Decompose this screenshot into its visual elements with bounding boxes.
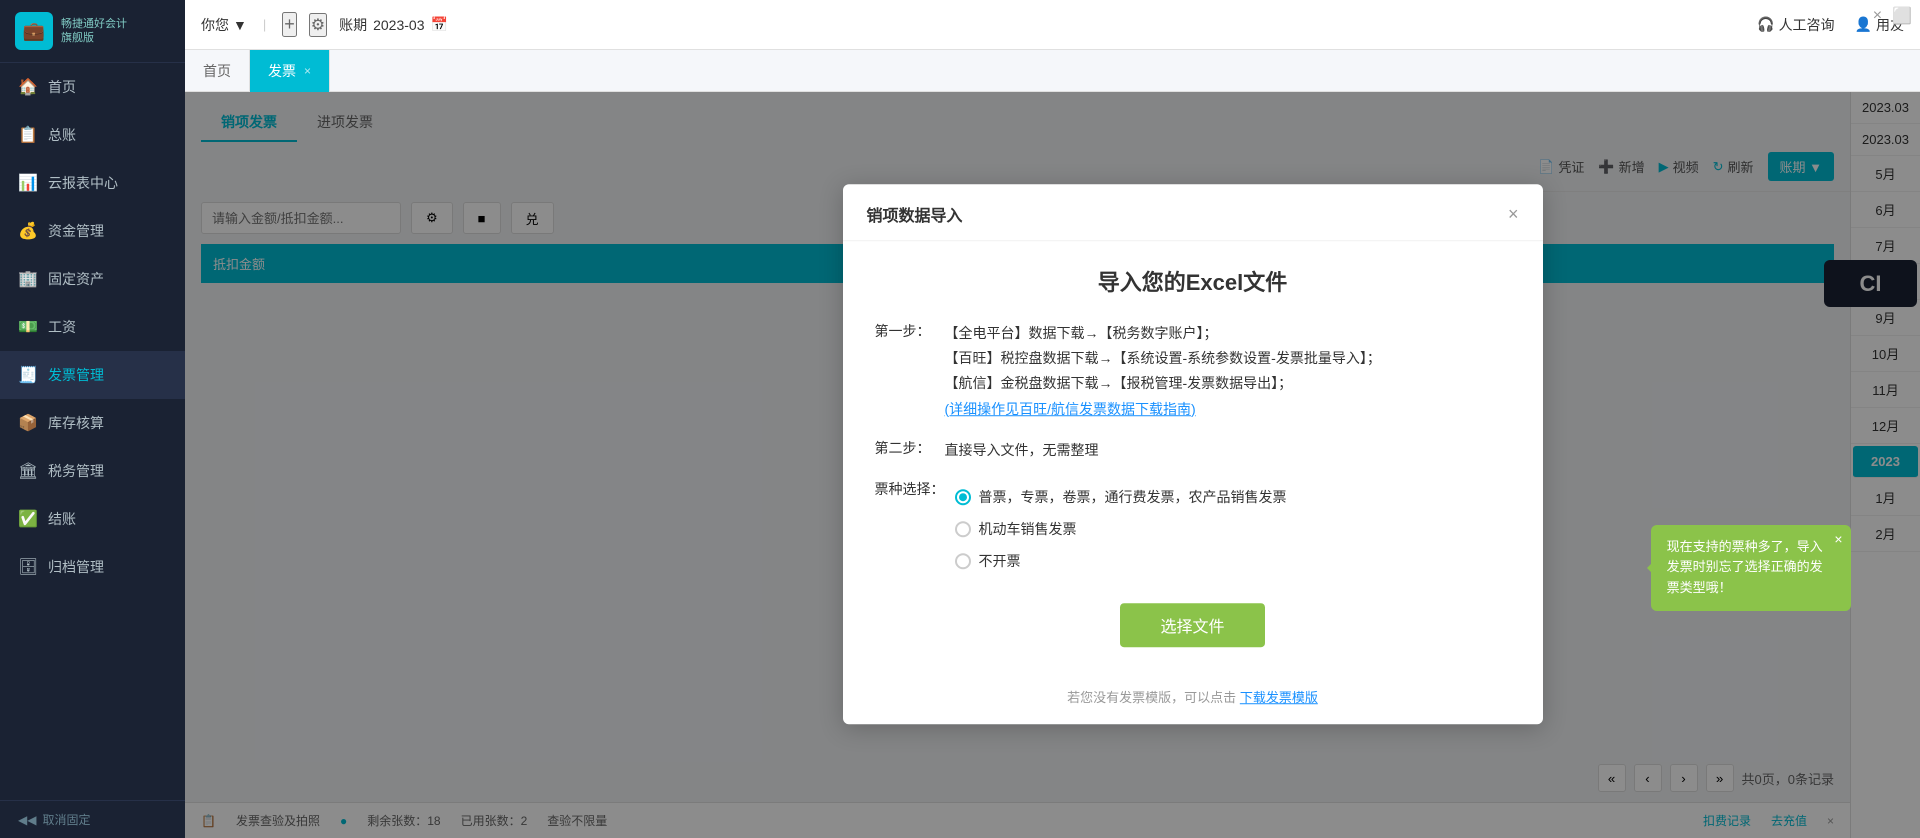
ticket-type-row: 票种选择： 普票，专票，卷票，通行费发票，农产品销售发票 机动车销售发票 (875, 479, 1511, 587)
step2-content: 直接导入文件，无需整理 (945, 438, 1099, 463)
sidebar-item-general-ledger[interactable]: 📋 总账 (0, 111, 185, 159)
sidebar-item-cloud-report[interactable]: 📊 云报表中心 (0, 159, 185, 207)
sidebar-item-fixed-assets[interactable]: 🏢 固定资产 (0, 255, 185, 303)
archive-icon: 🗄 (18, 557, 38, 577)
step1-label: 第一步： (875, 321, 935, 422)
radio-option-2[interactable]: 机动车销售发票 (955, 519, 1287, 539)
radio-circle-2 (955, 521, 971, 537)
company-selector[interactable]: 你您 ▼ (201, 15, 247, 35)
tab-invoice[interactable]: 发票 × (250, 50, 330, 92)
window-controls: × ⬜ (1873, 6, 1912, 26)
tooltip-close-button[interactable]: × (1834, 531, 1842, 547)
sidebar-item-home[interactable]: 🏠 首页 (0, 63, 185, 111)
topbar: 你您 ▼ | + ⚙ 账期 2023-03 📅 🎧 人工咨询 👤 用友 (185, 0, 1920, 50)
sidebar-item-inventory[interactable]: 📦 库存核算 (0, 399, 185, 447)
invoice-icon: 🧾 (18, 365, 38, 385)
payroll-icon: 💵 (18, 317, 38, 337)
closing-icon: ✅ (18, 509, 38, 529)
radio-option-3[interactable]: 不开票 (955, 551, 1287, 571)
download-template-link[interactable]: 下载发票模版 (1240, 690, 1318, 705)
window-close-button[interactable]: × (1873, 6, 1882, 26)
ledger-icon: 📋 (18, 125, 38, 145)
sidebar: 💼 畅捷通好会计 旗舰版 🏠 首页 📋 总账 📊 云报表中心 💰 资金管理 (0, 0, 185, 838)
download-guide-link[interactable]: (详细操作见百旺/航信发票数据下载指南) (945, 401, 1196, 417)
sidebar-item-closing[interactable]: ✅ 结账 (0, 495, 185, 543)
tab-close-icon[interactable]: × (304, 64, 311, 78)
sidebar-item-invoice[interactable]: 🧾 发票管理 (0, 351, 185, 399)
modal-body: 导入您的Excel文件 第一步： 【全电平台】数据下载→【税务数字账户】； 【百… (843, 241, 1543, 677)
radio-group: 普票，专票，卷票，通行费发票，农产品销售发票 机动车销售发票 不开票 (955, 487, 1287, 583)
modal-title: 销项数据导入 (867, 202, 963, 226)
tab-home[interactable]: 首页 (185, 50, 250, 92)
headset-icon: 🎧 (1757, 16, 1774, 33)
modal-close-button[interactable]: × (1508, 204, 1519, 225)
step2-label: 第二步： (875, 438, 935, 463)
user-icon: 👤 (1855, 16, 1872, 33)
sidebar-logo: 💼 畅捷通好会计 旗舰版 (0, 0, 185, 63)
dropdown-icon: ▼ (233, 17, 247, 33)
fixed-assets-icon: 🏢 (18, 269, 38, 289)
step1-line1: 【全电平台】数据下载→【税务数字账户】； (945, 321, 1381, 346)
sidebar-item-payroll[interactable]: 💵 工资 (0, 303, 185, 351)
step1-row: 第一步： 【全电平台】数据下载→【税务数字账户】； 【百旺】税控盘数据下载→【系… (875, 321, 1511, 422)
tax-icon: 🏛 (18, 461, 38, 481)
modal-header: 销项数据导入 × (843, 184, 1543, 241)
period-display: 账期 2023-03 📅 (339, 15, 448, 35)
tooltip-bubble: × 现在支持的票种多了，导入发票时别忘了选择正确的发票类型哦！ (1651, 525, 1851, 611)
step1-note: (详细操作见百旺/航信发票数据下载指南) (945, 397, 1381, 422)
sidebar-item-fund[interactable]: 💰 资金管理 (0, 207, 185, 255)
add-button[interactable]: + (282, 12, 297, 37)
topbar-divider1: | (263, 17, 266, 32)
consult-button[interactable]: 🎧 人工咨询 (1757, 15, 1834, 35)
fund-icon: 💰 (18, 221, 38, 241)
inventory-icon: 📦 (18, 413, 38, 433)
radio-circle-3 (955, 553, 971, 569)
cloud-report-icon: 📊 (18, 173, 38, 193)
import-modal: 销项数据导入 × 导入您的Excel文件 第一步： 【全电平台】数据下载→【税务… (843, 184, 1543, 724)
app-logo-text: 畅捷通好会计 旗舰版 (61, 17, 127, 46)
step1-content: 【全电平台】数据下载→【税务数字账户】； 【百旺】税控盘数据下载→【系统设置-系… (945, 321, 1381, 422)
settings-button[interactable]: ⚙ (309, 13, 327, 37)
step2-row: 第二步： 直接导入文件，无需整理 (875, 438, 1511, 463)
tabbar: 首页 发票 × (185, 50, 1920, 92)
step1-line2: 【百旺】税控盘数据下载→【系统设置-系统参数设置-发票批量导入】； (945, 346, 1381, 371)
ticket-label: 票种选择： (875, 479, 945, 587)
sidebar-unpin[interactable]: ◀◀ 取消固定 (0, 800, 185, 838)
modal-main-title: 导入您的Excel文件 (875, 265, 1511, 297)
sidebar-item-archive[interactable]: 🗄 归档管理 (0, 543, 185, 591)
main-area: 你您 ▼ | + ⚙ 账期 2023-03 📅 🎧 人工咨询 👤 用友 (185, 0, 1920, 838)
radio-option-1[interactable]: 普票，专票，卷票，通行费发票，农产品销售发票 (955, 487, 1287, 507)
modal-footer: 若您没有发票模版，可以点击 下载发票模版 (843, 677, 1543, 724)
tooltip-text: 现在支持的票种多了，导入发票时别忘了选择正确的发票类型哦！ (1667, 539, 1823, 596)
sidebar-scroll: 🏠 首页 📋 总账 📊 云报表中心 💰 资金管理 🏢 固定资产 💵 工资 (0, 63, 185, 800)
content-area: 销项发票 进项发票 📄 凭证 ➕ 新增 (185, 92, 1920, 838)
calendar-icon: 📅 (431, 16, 448, 33)
pin-icon: ◀◀ (18, 813, 36, 827)
window-maximize-button[interactable]: ⬜ (1892, 6, 1912, 26)
step1-line3: 【航信】金税盘数据下载→【报税管理-发票数据导出】； (945, 372, 1381, 397)
radio-circle-1 (955, 489, 971, 505)
app-logo-icon: 💼 (15, 12, 53, 50)
home-icon: 🏠 (18, 77, 38, 97)
sidebar-item-tax[interactable]: 🏛 税务管理 (0, 447, 185, 495)
select-file-button[interactable]: 选择文件 (1120, 603, 1264, 647)
